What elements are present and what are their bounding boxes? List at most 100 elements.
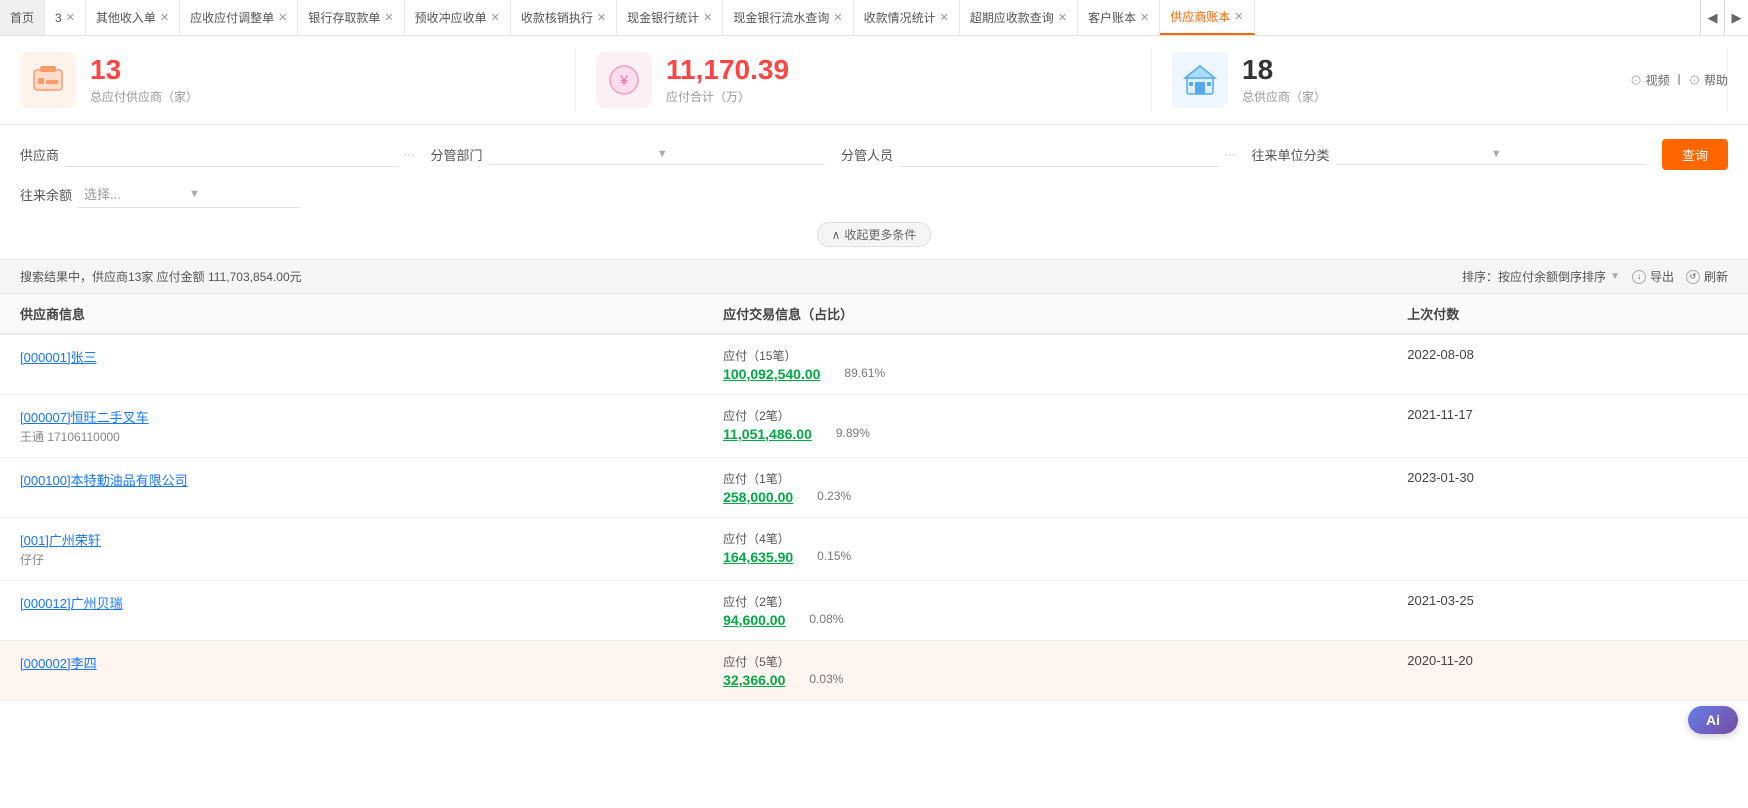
collapse-button[interactable]: ∧ 收起更多条件: [817, 222, 932, 247]
supplier-input[interactable]: [65, 143, 397, 167]
data-table-wrapper: 供应商信息 应付交易信息（占比） 上次付数 [000001]张三应付（15笔）1…: [0, 294, 1748, 808]
nav-tab-supplier[interactable]: 供应商账本 ✕: [1160, 0, 1254, 35]
last-pay-cell-5: 2020-11-20: [1387, 641, 1748, 701]
nav-tab-prepay-close[interactable]: ✕: [491, 11, 500, 24]
nav-tab-cash-stat-close[interactable]: ✕: [703, 11, 712, 24]
nav-tab-cash-flow-close[interactable]: ✕: [833, 11, 842, 24]
dept-select[interactable]: ▼: [489, 144, 825, 165]
supplier-link-5[interactable]: [000002]李四: [20, 656, 97, 671]
export-button[interactable]: ↓ 导出: [1632, 268, 1674, 285]
collapse-icon: ∧: [832, 228, 841, 242]
supplier-link-3[interactable]: [001]广州荣轩: [20, 533, 101, 548]
nav-arrow-right[interactable]: ▶: [1724, 0, 1748, 35]
col-header-last-pay: 上次付数: [1387, 294, 1748, 334]
card-icon-payable: ¥: [596, 52, 652, 108]
nav-tab-receipt-label: 收款核销执行: [521, 9, 593, 26]
last-pay-cell-3: [1387, 518, 1748, 581]
nav-tab-bank-label: 银行存取款单: [308, 9, 380, 26]
nav-tab-receipt[interactable]: 收款核销执行 ✕: [511, 0, 617, 35]
nav-tab-other-income[interactable]: 其他收入单 ✕: [86, 0, 180, 35]
nav-tab-other-income-close[interactable]: ✕: [160, 11, 169, 24]
total-suppliers-label: 总供应商（家）: [1242, 88, 1326, 105]
nav-tab-receipt-stat-close[interactable]: ✕: [940, 11, 949, 24]
supplier-sub-1: 王通 17106110000: [20, 428, 683, 445]
person-input[interactable]: [899, 143, 1218, 167]
nav-tab-overdue-close[interactable]: ✕: [1058, 11, 1067, 24]
nav-tab-prepay[interactable]: 预收冲应收单 ✕: [405, 0, 511, 35]
supplier-link-2[interactable]: [000100]本特勤油品有限公司: [20, 473, 188, 488]
txn-label-5: 应付（5笔）: [723, 653, 1367, 670]
txn-pct-0: 89.61%: [844, 366, 885, 380]
ai-label: Ai: [1706, 712, 1720, 728]
txn-amount-1[interactable]: 11,051,486.00: [723, 426, 812, 442]
right-actions: 排序：按应付余额倒序排序 ▼ ↓ 导出 ↺ 刷新: [1462, 268, 1728, 285]
nav-tab-home[interactable]: 首页: [0, 0, 45, 35]
nav-tab-supplier-close[interactable]: ✕: [1234, 10, 1243, 23]
result-bar: 搜索结果中，供应商13家 应付金额 111,703,854.00元 排序：按应付…: [0, 260, 1748, 294]
nav-tab-customer[interactable]: 客户账本 ✕: [1078, 0, 1160, 35]
person-input-dots[interactable]: ···: [1225, 149, 1236, 161]
txn-amount-4[interactable]: 94,600.00: [723, 612, 785, 628]
txn-amount-5[interactable]: 32,366.00: [723, 672, 785, 688]
collapse-bar: ∧ 收起更多条件: [20, 218, 1728, 251]
nav-tab-cash-flow-label: 现金银行流水查询: [733, 9, 829, 26]
txn-amount-3[interactable]: 164,635.90: [723, 549, 793, 565]
refresh-button[interactable]: ↺ 刷新: [1686, 268, 1728, 285]
card-icon-suppliers: [20, 52, 76, 108]
nav-tab-cash-stat[interactable]: 现金银行统计 ✕: [617, 0, 723, 35]
nav-tab-customer-close[interactable]: ✕: [1140, 11, 1149, 24]
nav-tab-receipt-close[interactable]: ✕: [597, 11, 606, 24]
last-pay-cell-0: 2022-08-08: [1387, 334, 1748, 395]
nav-tab-3-label: 3: [55, 11, 62, 25]
supplier-cell-0: [000001]张三: [0, 334, 703, 395]
nav-tab-3[interactable]: 3 ✕: [45, 0, 86, 35]
nav-tab-3-close[interactable]: ✕: [66, 11, 75, 24]
nav-tab-bank[interactable]: 银行存取款单 ✕: [298, 0, 404, 35]
balance-select-value: 选择...: [84, 184, 189, 203]
sort-label: 排序：按应付余额倒序排序: [1462, 268, 1606, 285]
nav-arrow-left[interactable]: ◀: [1700, 0, 1724, 35]
txn-label-4: 应付（2笔）: [723, 593, 1367, 610]
txn-label-2: 应付（1笔）: [723, 470, 1367, 487]
nav-tab-ar-ap-close[interactable]: ✕: [278, 11, 287, 24]
ai-button[interactable]: Ai: [1688, 706, 1738, 734]
supplier-link-4[interactable]: [000012]广州贝瑞: [20, 596, 123, 611]
category-select[interactable]: ▼: [1336, 144, 1646, 165]
nav-tab-home-label: 首页: [10, 9, 34, 26]
txn-cell-5: 应付（5笔） 32,366.00 0.03%: [703, 641, 1387, 701]
filter-balance-label: 往来余额: [20, 185, 72, 204]
nav-tab-overdue[interactable]: 超期应收款查询 ✕: [960, 0, 1078, 35]
sort-dropdown[interactable]: 排序：按应付余额倒序排序 ▼: [1462, 268, 1620, 285]
txn-amount-0[interactable]: 100,092,540.00: [723, 366, 820, 382]
search-button[interactable]: 查询: [1662, 139, 1728, 170]
txn-pct-4: 0.08%: [809, 612, 843, 626]
txn-pct-5: 0.03%: [809, 672, 843, 686]
col-header-txn: 应付交易信息（占比）: [703, 294, 1387, 334]
help-video-link[interactable]: ⊙ 视频: [1630, 72, 1669, 89]
txn-cell-3: 应付（4笔）164,635.900.15%: [703, 518, 1387, 581]
balance-select[interactable]: 选择... ▼: [78, 180, 300, 208]
nav-tab-cash-stat-label: 现金银行统计: [627, 9, 699, 26]
supplier-link-1[interactable]: [000007]恒旺二手叉车: [20, 410, 149, 425]
table-row: [000012]广州贝瑞应付（2笔）94,600.000.08%2021-03-…: [0, 581, 1748, 641]
filter-person-label: 分管人员: [841, 145, 893, 164]
txn-pct-1: 9.89%: [836, 426, 870, 440]
nav-scroll-arrows: ◀ ▶: [1700, 0, 1748, 35]
txn-label-3: 应付（4笔）: [723, 530, 1367, 547]
help-qa-link[interactable]: ⊙ 帮助: [1689, 72, 1728, 89]
txn-amount-2[interactable]: 258,000.00: [723, 489, 793, 505]
dept-dropdown-arrow: ▼: [657, 148, 819, 160]
nav-tab-bank-close[interactable]: ✕: [384, 11, 393, 24]
summary-card-payable-total: ¥ 11,170.39 应付合计（万）: [576, 48, 1152, 112]
supplier-link-0[interactable]: [000001]张三: [20, 350, 97, 365]
payable-suppliers-label: 总应付供应商（家）: [90, 88, 198, 105]
supplier-input-dots[interactable]: ···: [404, 149, 415, 161]
nav-tab-ar-ap[interactable]: 应收应付调整单 ✕: [180, 0, 298, 35]
nav-tab-cash-flow[interactable]: 现金银行流水查询 ✕: [723, 0, 853, 35]
payable-suppliers-number: 13: [90, 55, 198, 86]
nav-tab-prepay-label: 预收冲应收单: [415, 9, 487, 26]
nav-tab-receipt-stat[interactable]: 收款情况统计 ✕: [854, 0, 960, 35]
nav-tab-receipt-stat-label: 收款情况统计: [864, 9, 936, 26]
summary-card-payable-suppliers: 13 总应付供应商（家）: [20, 48, 576, 112]
filter-supplier-label: 供应商: [20, 145, 59, 164]
